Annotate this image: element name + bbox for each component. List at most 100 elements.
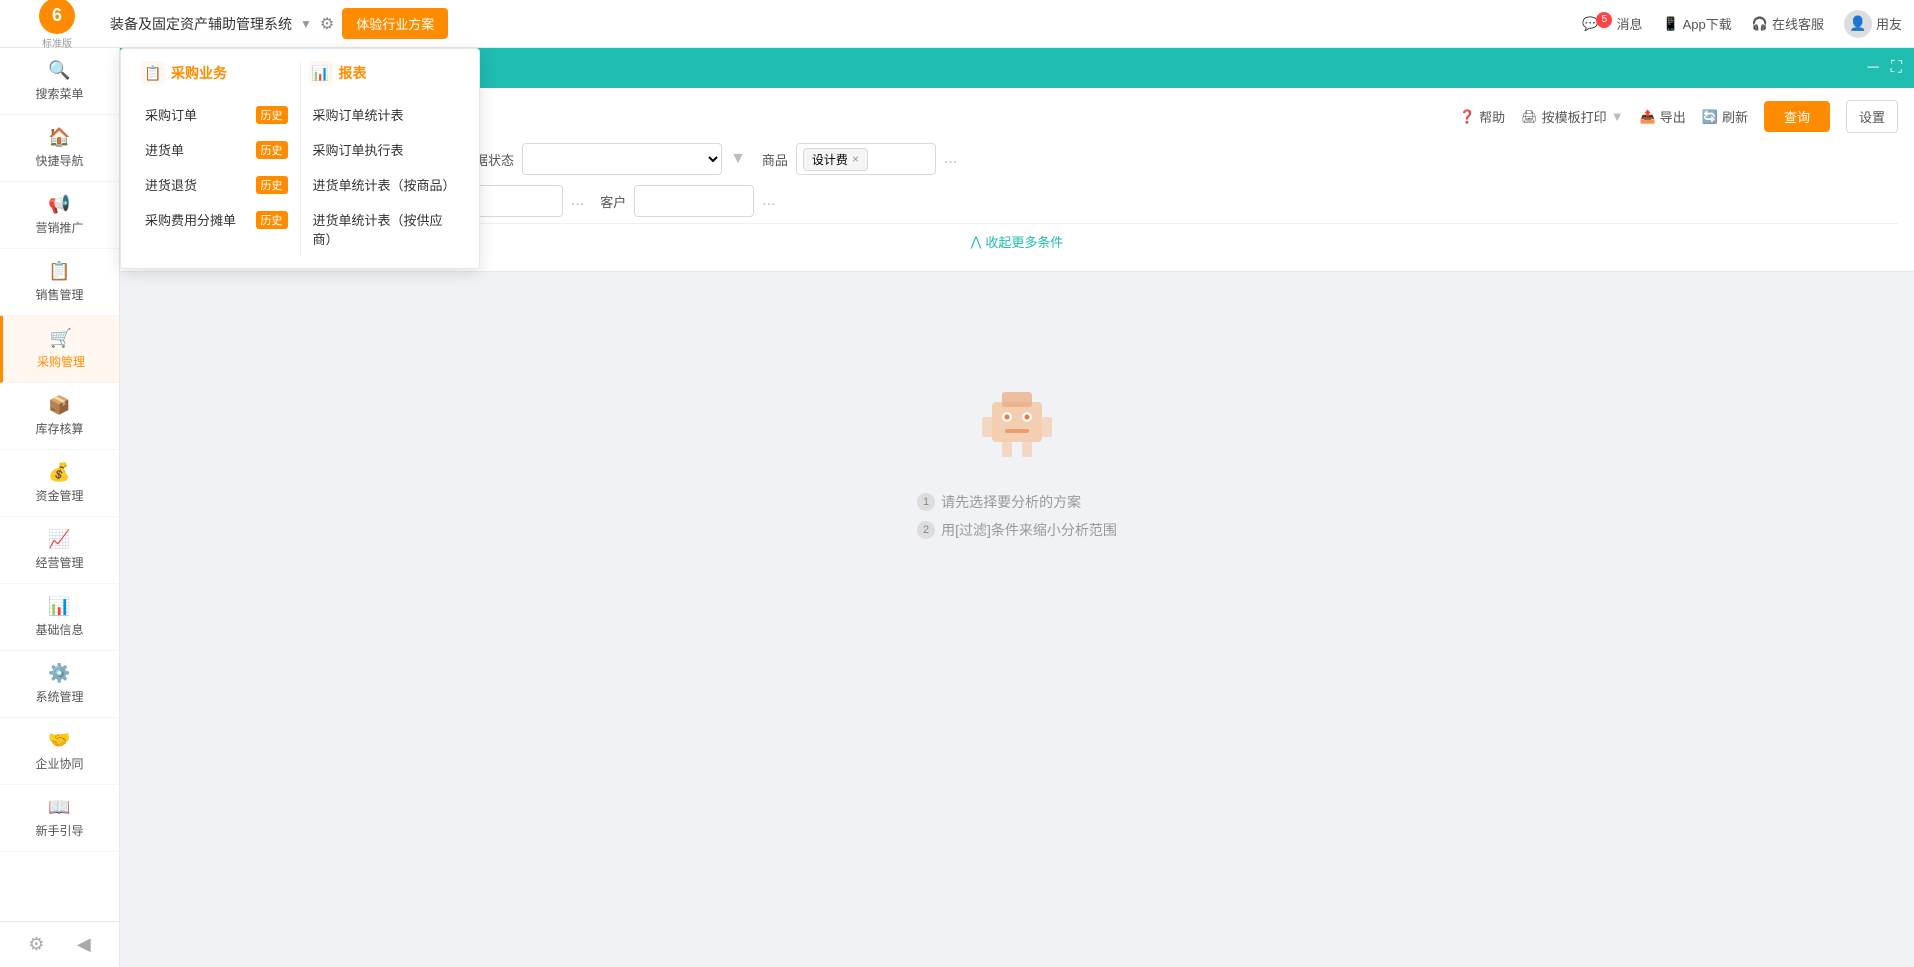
money-icon: 💰 bbox=[48, 462, 70, 483]
app-download-item[interactable]: 📱 App下载 bbox=[1662, 14, 1731, 33]
inbound-by-supplier-label: 进货单统计表（按供应商） bbox=[313, 210, 456, 248]
dropdown-item-inbound[interactable]: 进货单 历史 bbox=[141, 132, 292, 167]
avatar: 👤 bbox=[1844, 10, 1872, 38]
logo-icon: 6 bbox=[39, 0, 75, 34]
dropdown-menu: 📋 采购业务 采购订单 历史 进货单 历史 进货退货 历史 采购费用分摊单 历史 bbox=[120, 48, 480, 269]
notification-item[interactable]: 💬 5 消息 bbox=[1582, 14, 1642, 33]
system-name: 装备及固定资产辅助管理系统 bbox=[110, 14, 292, 34]
sidebar-item-search[interactable]: 🔍 搜索菜单 bbox=[0, 48, 119, 115]
sidebar-settings-icon[interactable]: ⚙ bbox=[28, 934, 44, 955]
sidebar-item-newbie-label: 新手引导 bbox=[35, 822, 83, 839]
query-button[interactable]: 查询 bbox=[1764, 101, 1830, 132]
notification-badge: 5 bbox=[1596, 12, 1612, 28]
sidebar-bottom: ⚙ ◀ bbox=[0, 921, 119, 967]
dropdown-item-order-exec[interactable]: 采购订单执行表 bbox=[309, 132, 460, 167]
industry-btn[interactable]: 体验行业方案 bbox=[342, 8, 448, 39]
refresh-icon: 🔄 bbox=[1702, 109, 1718, 125]
sidebar-item-purchase-label: 采购管理 bbox=[37, 353, 85, 370]
clipboard-icon: 📋 bbox=[48, 261, 70, 282]
print-btn[interactable]: 🖨 按模板打印 ▼ bbox=[1521, 107, 1623, 126]
order-status-select[interactable] bbox=[522, 143, 722, 175]
dropdown-columns: 📋 采购业务 采购订单 历史 进货单 历史 进货退货 历史 采购费用分摊单 历史 bbox=[133, 61, 467, 256]
goods-input-area[interactable]: 设计费 × bbox=[796, 143, 936, 175]
sidebar-item-operations-label: 经营管理 bbox=[35, 554, 83, 571]
sidebar-item-nav-label: 快捷导航 bbox=[35, 152, 83, 169]
tip-num-1: 1 bbox=[917, 493, 935, 511]
report-col: 📊 报表 采购订单统计表 采购订单执行表 进货单统计表（按商品） 进货单统计表（… bbox=[301, 61, 468, 256]
topbar-right: 💬 5 消息 📱 App下载 🎧 在线客服 👤 用友 bbox=[1582, 10, 1902, 38]
export-label: 导出 bbox=[1660, 107, 1686, 126]
handshake-icon: 🤝 bbox=[48, 730, 70, 751]
sidebar-item-nav[interactable]: 🏠 快捷导航 bbox=[0, 115, 119, 182]
topbar: 6 标准版 装备及固定资产辅助管理系统 ▼ ⚙ 体验行业方案 💬 5 消息 📱 … bbox=[0, 0, 1914, 48]
return-history: 历史 bbox=[256, 176, 288, 194]
sidebar-item-basic[interactable]: 📊 基础信息 bbox=[0, 584, 119, 651]
sidebar-item-newbie[interactable]: 📖 新手引导 bbox=[0, 785, 119, 852]
help-btn[interactable]: ❓ 帮助 bbox=[1459, 107, 1505, 126]
purchase-col-header: 📋 采购业务 bbox=[141, 61, 292, 89]
sidebar-item-purchase[interactable]: 🛒 采购管理 bbox=[0, 316, 119, 383]
sidebar-item-search-label: 搜索菜单 bbox=[35, 85, 83, 102]
dropdown-item-inbound-by-goods[interactable]: 进货单统计表（按商品） bbox=[309, 167, 460, 202]
sidebar: 🔍 搜索菜单 🏠 快捷导航 📢 营销推广 📋 销售管理 🛒 采购管理 📦 库存核… bbox=[0, 48, 120, 967]
settings-button[interactable]: 设置 bbox=[1846, 100, 1898, 133]
tip-text-1: 请先选择要分析的方案 bbox=[941, 488, 1081, 516]
tab-minimize-icon[interactable]: ─ bbox=[1867, 59, 1878, 77]
help-icon: ❓ bbox=[1459, 109, 1475, 125]
tab-maximize-icon[interactable]: ⛶ bbox=[1891, 59, 1902, 77]
inbound-by-goods-label: 进货单统计表（按商品） bbox=[313, 175, 456, 194]
dropdown-item-order-stats[interactable]: 采购订单统计表 bbox=[309, 97, 460, 132]
customer-label: 客户 bbox=[600, 192, 626, 211]
goods-tag: 设计费 × bbox=[803, 148, 868, 171]
goods-tag-close[interactable]: × bbox=[852, 152, 859, 166]
logo-area: 6 标准版 bbox=[12, 0, 102, 50]
goods-label: 商品 bbox=[762, 150, 788, 169]
settings-gear-icon[interactable]: ⚙ bbox=[320, 14, 334, 34]
report-col-header: 📊 报表 bbox=[309, 61, 460, 89]
order-stats-label: 采购订单统计表 bbox=[313, 105, 404, 124]
gear-icon: ⚙️ bbox=[48, 663, 70, 684]
online-service-item[interactable]: 🎧 在线客服 bbox=[1752, 14, 1824, 33]
tab-right-icons: ─ ⛶ bbox=[1867, 59, 1914, 77]
table-icon: 📊 bbox=[48, 596, 70, 617]
dropdown-item-return[interactable]: 进货退货 历史 bbox=[141, 167, 292, 202]
return-label: 进货退货 bbox=[145, 175, 197, 194]
dropdown-item-expense[interactable]: 采购费用分摊单 历史 bbox=[141, 202, 292, 237]
goods-tag-label: 设计费 bbox=[812, 151, 848, 168]
customer-dots-btn[interactable]: ... bbox=[762, 192, 775, 210]
dropdown-item-purchase-order[interactable]: 采购订单 历史 bbox=[141, 97, 292, 132]
goods-dots-btn[interactable]: ... bbox=[944, 150, 957, 168]
sidebar-item-marketing[interactable]: 📢 营销推广 bbox=[0, 182, 119, 249]
sidebar-collapse-icon[interactable]: ◀ bbox=[77, 934, 91, 955]
sidebar-item-sales-label: 销售管理 bbox=[35, 286, 83, 303]
purchase-order-label: 采购订单 bbox=[145, 105, 197, 124]
book-icon: 📖 bbox=[48, 797, 70, 818]
refresh-btn[interactable]: 🔄 刷新 bbox=[1702, 107, 1748, 126]
empty-tip-1: 1 请先选择要分析的方案 bbox=[917, 488, 1117, 516]
dropdown-item-inbound-by-supplier[interactable]: 进货单统计表（按供应商） bbox=[309, 202, 460, 256]
empty-state: 1 请先选择要分析的方案 2 用[过滤]条件来缩小分析范围 bbox=[120, 272, 1914, 644]
system-dropdown-icon[interactable]: ▼ bbox=[300, 17, 312, 31]
system-info: 装备及固定资产辅助管理系统 ▼ ⚙ 体验行业方案 bbox=[110, 8, 1582, 39]
sidebar-item-system[interactable]: ⚙️ 系统管理 bbox=[0, 651, 119, 718]
customer-input[interactable] bbox=[634, 185, 754, 217]
user-name: 用友 bbox=[1876, 14, 1902, 33]
sidebar-item-cooperation[interactable]: 🤝 企业协同 bbox=[0, 718, 119, 785]
refresh-label: 刷新 bbox=[1722, 107, 1748, 126]
export-btn[interactable]: 📤 导出 bbox=[1640, 107, 1686, 126]
help-label: 帮助 bbox=[1479, 107, 1505, 126]
sidebar-item-inventory-label: 库存核算 bbox=[35, 420, 83, 437]
report-col-title: 报表 bbox=[339, 63, 367, 83]
user-item[interactable]: 👤 用友 bbox=[1844, 10, 1902, 38]
order-status-filter-item: 单据状态 ▼ bbox=[462, 143, 746, 175]
customer-filter: 客户 ... bbox=[600, 185, 775, 217]
sidebar-item-marketing-label: 营销推广 bbox=[35, 219, 83, 236]
sidebar-item-sales[interactable]: 📋 销售管理 bbox=[0, 249, 119, 316]
sidebar-item-inventory[interactable]: 📦 库存核算 bbox=[0, 383, 119, 450]
message-label: 消息 bbox=[1616, 14, 1642, 33]
sidebar-item-operations[interactable]: 📈 经营管理 bbox=[0, 517, 119, 584]
sidebar-item-finance[interactable]: 💰 资金管理 bbox=[0, 450, 119, 517]
salesperson-dots-btn[interactable]: ... bbox=[571, 192, 584, 210]
empty-illustration bbox=[967, 372, 1067, 472]
online-service-label: 在线客服 bbox=[1772, 14, 1824, 33]
